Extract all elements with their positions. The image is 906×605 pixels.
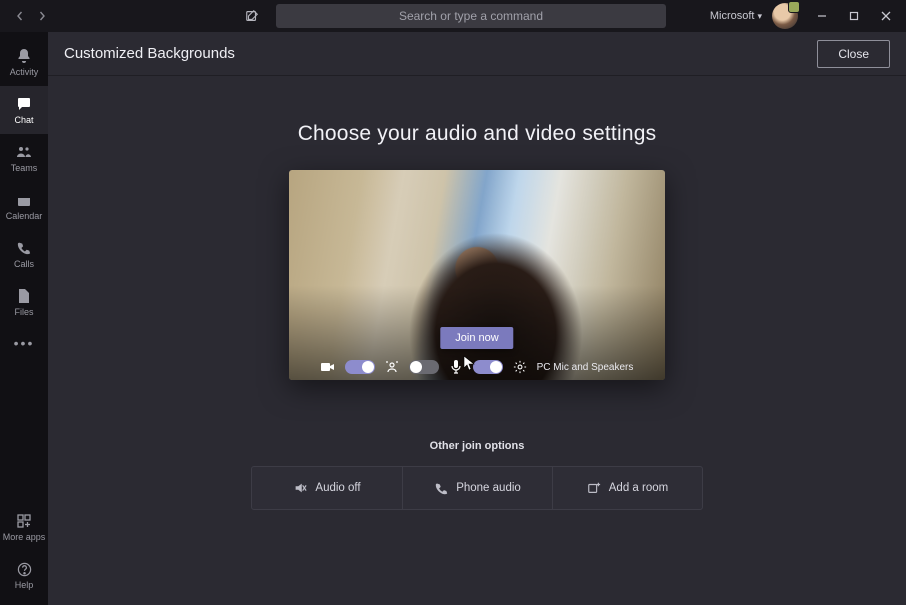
rail-label: Calendar (6, 211, 43, 221)
option-phone-audio[interactable]: Phone audio (402, 467, 552, 509)
new-message-button[interactable] (240, 4, 264, 28)
camera-icon (321, 360, 335, 374)
option-add-room[interactable]: Add a room (552, 467, 702, 509)
ellipsis-icon: ••• (15, 334, 33, 352)
teams-icon (15, 143, 33, 161)
window-minimize-button[interactable] (808, 2, 836, 30)
close-button[interactable]: Close (817, 40, 890, 68)
preview-controls: PC Mic and Speakers (289, 360, 665, 374)
rail-label: Activity (10, 67, 39, 77)
rail-help[interactable]: Help (0, 551, 48, 599)
app-rail: Activity Chat Teams Calendar Calls (0, 32, 48, 605)
background-toggle[interactable] (409, 360, 439, 374)
window-maximize-button[interactable] (840, 2, 868, 30)
other-join-label: Other join options (430, 440, 525, 452)
join-options: Audio off Phone audio Add a room (251, 466, 703, 510)
rail-more[interactable]: ••• (0, 326, 48, 360)
rail-teams[interactable]: Teams (0, 134, 48, 182)
help-icon (15, 560, 33, 578)
rail-label: More apps (3, 532, 46, 542)
avatar[interactable] (772, 3, 798, 29)
rail-label: Help (15, 580, 34, 590)
page-title: Customized Backgrounds (64, 45, 235, 62)
rail-label: Chat (14, 115, 33, 125)
nav-back-button[interactable] (10, 6, 30, 26)
tenant-label: Microsoft (710, 10, 755, 22)
option-label: Audio off (315, 482, 360, 494)
phone-icon (15, 239, 33, 257)
bell-icon (15, 47, 33, 65)
calendar-icon (15, 191, 33, 209)
add-room-icon (587, 481, 601, 495)
files-icon (15, 287, 33, 305)
rail-chat[interactable]: Chat (0, 86, 48, 134)
rail-files[interactable]: Files (0, 278, 48, 326)
device-label[interactable]: PC Mic and Speakers (537, 362, 634, 373)
tenant-switcher[interactable]: Microsoft ▾ (710, 10, 762, 22)
window-close-button[interactable] (872, 2, 900, 30)
camera-toggle[interactable] (345, 360, 375, 374)
background-effects-icon (385, 360, 399, 374)
join-now-button[interactable]: Join now (440, 327, 513, 349)
titlebar: Search or type a command Microsoft ▾ (0, 0, 906, 32)
rail-label: Teams (11, 163, 38, 173)
subheader: Customized Backgrounds Close (48, 32, 906, 76)
option-audio-off[interactable]: Audio off (252, 467, 402, 509)
search-placeholder: Search or type a command (399, 9, 543, 23)
chat-icon (15, 95, 33, 113)
search-input[interactable]: Search or type a command (276, 4, 666, 28)
microphone-icon (449, 360, 463, 374)
phone-icon (434, 481, 448, 495)
video-preview: Join now (289, 170, 665, 380)
gear-icon[interactable] (513, 360, 527, 374)
stage-heading: Choose your audio and video settings (298, 122, 657, 146)
nav-forward-button[interactable] (32, 6, 52, 26)
rail-activity[interactable]: Activity (0, 38, 48, 86)
rail-calendar[interactable]: Calendar (0, 182, 48, 230)
option-label: Add a room (609, 482, 668, 494)
chevron-down-icon: ▾ (757, 11, 762, 22)
rail-calls[interactable]: Calls (0, 230, 48, 278)
audio-off-icon (293, 481, 307, 495)
prejoin-stage: Choose your audio and video settings Joi… (48, 76, 906, 605)
apps-icon (15, 512, 33, 530)
rail-more-apps[interactable]: More apps (0, 503, 48, 551)
content-area: Customized Backgrounds Close Choose your… (48, 32, 906, 605)
option-label: Phone audio (456, 482, 521, 494)
rail-label: Calls (14, 259, 34, 269)
rail-label: Files (14, 307, 33, 317)
microphone-toggle[interactable] (473, 360, 503, 374)
